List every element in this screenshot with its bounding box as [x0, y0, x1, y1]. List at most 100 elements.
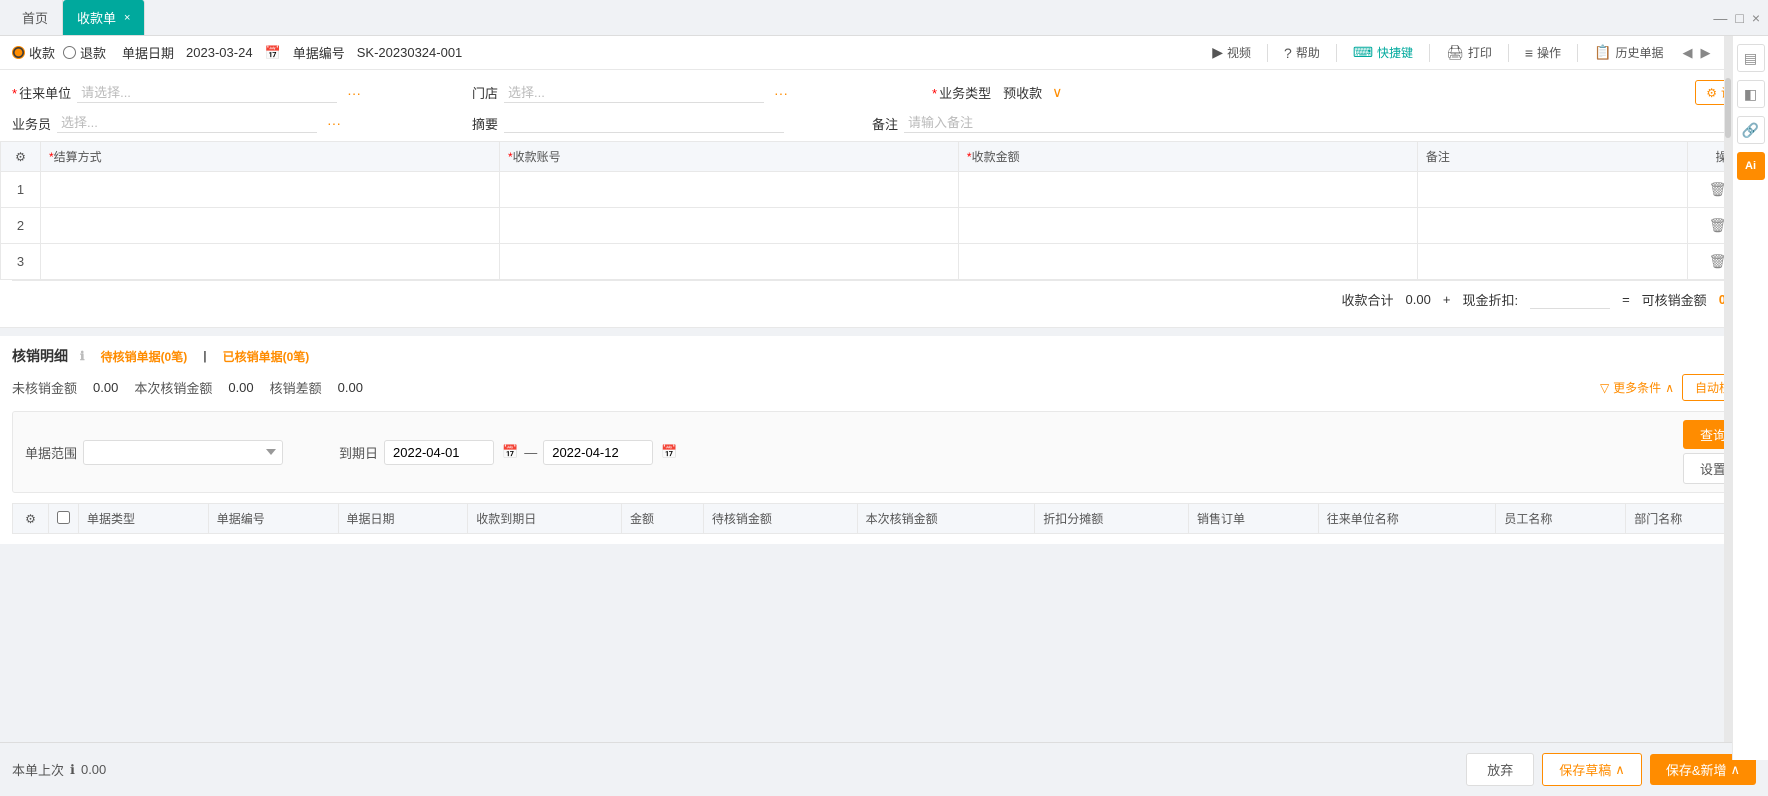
hexiao-info-icon[interactable]: ℹ	[80, 349, 85, 363]
last-doc-label: 本单上次	[12, 760, 64, 779]
store-field: 门店 ···	[472, 83, 892, 103]
date-from-input[interactable]	[384, 440, 494, 465]
row-settle-2[interactable]	[41, 208, 500, 244]
tab-close-icon[interactable]: ×	[124, 12, 130, 24]
more-conditions-btn[interactable]: ▽ 更多条件 ∧	[1600, 379, 1674, 396]
row-settle-3[interactable]	[41, 244, 500, 280]
footer-info-icon[interactable]: ℹ	[70, 762, 75, 778]
select-all-checkbox[interactable]	[57, 511, 70, 524]
scrollbar-thumb[interactable]	[1725, 78, 1731, 138]
tab-sep: |	[203, 349, 206, 363]
row-remark-3[interactable]	[1417, 244, 1687, 280]
cal-to-icon[interactable]: 📅	[661, 444, 677, 460]
shortcut-btn[interactable]: ⌨ 快捷键	[1347, 42, 1419, 63]
counterparty-input[interactable]	[77, 83, 337, 103]
row-amount-2[interactable]	[958, 208, 1417, 244]
diff-val: 0.00	[338, 380, 363, 395]
diff-label: 核销差额	[270, 378, 322, 397]
right-sidebar: ▤ ◧ 🔗 Ai	[1732, 36, 1768, 760]
history-btn[interactable]: 📋 历史单据	[1588, 42, 1669, 63]
help-icon: ?	[1284, 45, 1292, 61]
tab-pending[interactable]: 待核销单据(0笔)	[97, 348, 192, 365]
counterparty-more-btn[interactable]: ···	[347, 85, 361, 101]
total-label: 收款合计	[1342, 290, 1394, 309]
doc-no-label: 单据编号	[293, 43, 345, 62]
sidebar-ai-icon[interactable]: Ai	[1737, 152, 1765, 180]
filter-row: 单据范围 到期日 📅 — 📅 查询 设置	[12, 411, 1756, 493]
summary-input[interactable]	[504, 113, 784, 133]
row-remark-2[interactable]	[1417, 208, 1687, 244]
toolbar-right: ▶ 视频 ? 帮助 ⌨ 快捷键 🖨 打印 ≡ 操作 📋 历史单据 ◀	[1206, 42, 1756, 63]
remarks-input[interactable]	[904, 113, 1756, 133]
range-field: 单据范围	[25, 440, 283, 465]
tab-home[interactable]: 首页	[8, 0, 63, 35]
range-select[interactable]	[83, 440, 283, 465]
help-btn[interactable]: ? 帮助	[1278, 42, 1326, 63]
biz-type-label: 业务类型	[932, 83, 991, 102]
radio-refund[interactable]: 退款	[63, 43, 106, 62]
save-new-chevron: ∧	[1730, 762, 1740, 778]
section-divider	[0, 328, 1768, 336]
actions-btn[interactable]: ≡ 操作	[1519, 42, 1567, 63]
maximize-icon[interactable]: □	[1735, 10, 1743, 26]
summary-field: 摘要	[472, 113, 832, 133]
bottom-th-discount: 折扣分摊额	[1035, 504, 1189, 534]
row-remark-1[interactable]	[1417, 172, 1687, 208]
date-to-input[interactable]	[543, 440, 653, 465]
video-btn[interactable]: ▶ 视频	[1206, 42, 1257, 63]
prev-arrow[interactable]: ◀	[1680, 45, 1696, 61]
hexiao-title-text: 核销明细	[12, 346, 68, 366]
sidebar-layout-icon[interactable]: ◧	[1737, 80, 1765, 108]
main-form: 往来单位 ··· 门店 ··· 业务类型 预收款 ∨ ⚙ 设置 业务员 ···	[0, 70, 1768, 328]
biz-type-value: 预收款	[1003, 83, 1042, 102]
nav-arrows: ◀ ▶	[1680, 45, 1714, 61]
biz-type-dropdown[interactable]: ∨	[1052, 84, 1062, 101]
close-window-icon[interactable]: ×	[1752, 10, 1760, 26]
bottom-th-sales-order: 销售订单	[1188, 504, 1318, 534]
date-field: 到期日 📅 — 📅	[339, 440, 677, 465]
row-settle-1[interactable]	[41, 172, 500, 208]
staff-more-btn[interactable]: ···	[327, 115, 341, 131]
print-btn[interactable]: 🖨 打印	[1440, 42, 1498, 63]
toolbar: 收款 退款 单据日期 2023-03-24 📅 单据编号 SK-20230324…	[0, 36, 1768, 70]
equals-sign: =	[1622, 292, 1630, 307]
staff-label: 业务员	[12, 114, 51, 133]
tab-bar: 首页 收款单 × — □ ×	[0, 0, 1768, 36]
calendar-icon[interactable]: 📅	[265, 45, 281, 61]
remarks-label: 备注	[872, 114, 898, 133]
table-gear-th[interactable]: ⚙	[1, 142, 41, 172]
tab-bar-right: — □ ×	[1713, 10, 1760, 26]
row-amount-1[interactable]	[958, 172, 1417, 208]
sidebar-link-icon[interactable]: 🔗	[1737, 116, 1765, 144]
row-account-3[interactable]	[499, 244, 958, 280]
discount-input[interactable]	[1530, 289, 1610, 309]
unchecked-label: 未核销金额	[12, 378, 77, 397]
counterparty-field: 往来单位 ···	[12, 83, 432, 103]
bottom-th-amount: 金额	[622, 504, 704, 534]
scrollbar[interactable]	[1724, 36, 1732, 760]
save-draft-btn[interactable]: 保存草稿 ∧	[1542, 753, 1642, 786]
abandon-btn[interactable]: 放弃	[1466, 753, 1534, 786]
row-amount-3[interactable]	[958, 244, 1417, 280]
radio-receipt[interactable]: 收款	[12, 43, 55, 62]
row-account-2[interactable]	[499, 208, 958, 244]
tab-receipt[interactable]: 收款单 ×	[63, 0, 145, 35]
next-arrow[interactable]: ▶	[1698, 45, 1714, 61]
bottom-th-date: 单据日期	[338, 504, 468, 534]
bottom-th-due-date: 收款到期日	[468, 504, 622, 534]
store-more-btn[interactable]: ···	[774, 85, 788, 101]
tab-done[interactable]: 已核销单据(0笔)	[219, 348, 314, 365]
row-account-1[interactable]	[499, 172, 958, 208]
bottom-th-no: 单据编号	[208, 504, 338, 534]
staff-input[interactable]	[57, 113, 317, 133]
minimize-icon[interactable]: —	[1713, 10, 1727, 26]
save-draft-chevron: ∧	[1615, 762, 1625, 778]
cal-from-icon[interactable]: 📅	[502, 444, 518, 460]
store-input[interactable]	[504, 83, 764, 103]
bottom-th-type: 单据类型	[79, 504, 209, 534]
counterparty-label: 往来单位	[12, 83, 71, 102]
receipt-table-section: ⚙ *结算方式 *收款账号 *收款金额 备注 操作 1	[0, 141, 1768, 280]
sidebar-table-icon[interactable]: ▤	[1737, 44, 1765, 72]
table-row: 2 🗑 ⊕	[1, 208, 1768, 244]
bottom-th-gear[interactable]: ⚙	[13, 504, 49, 534]
